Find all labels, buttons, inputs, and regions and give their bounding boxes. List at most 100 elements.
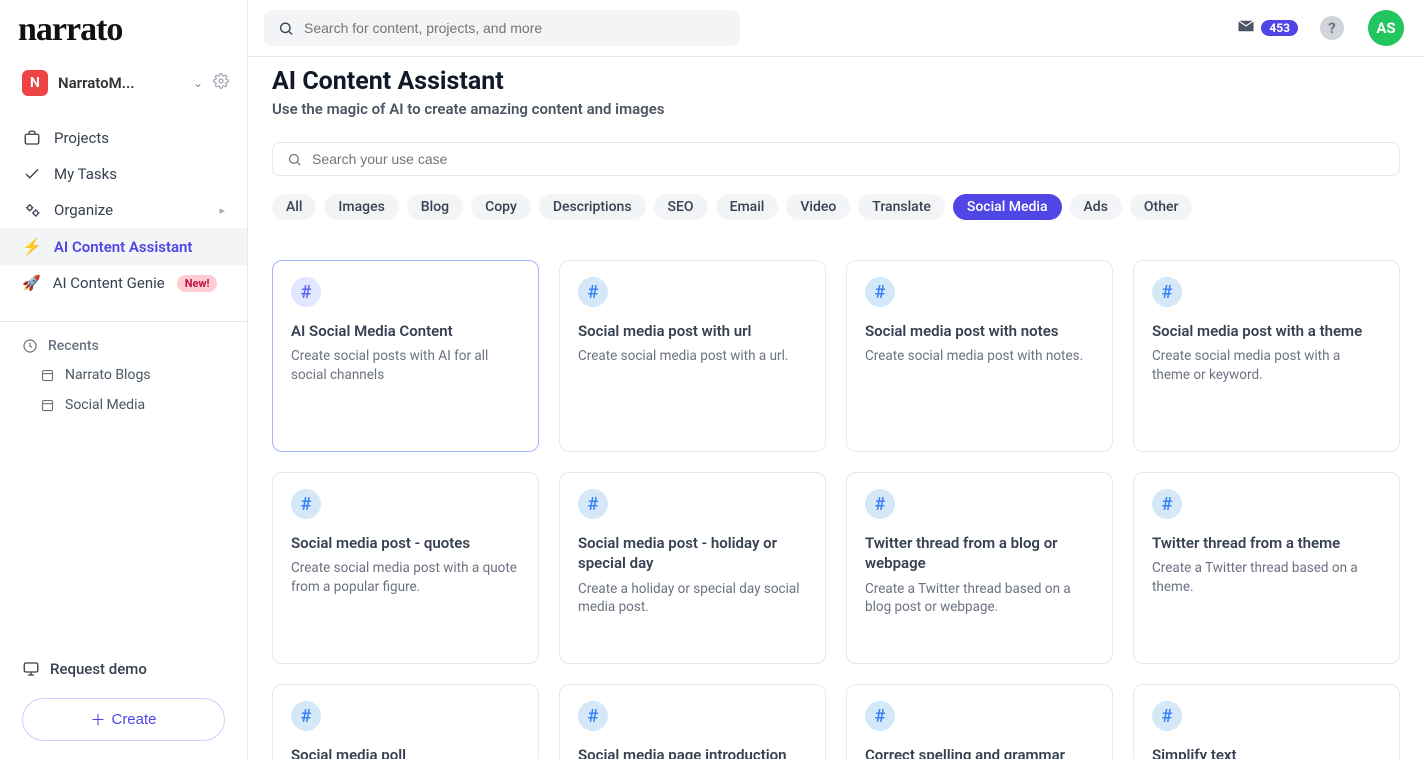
card[interactable]: # Social media poll [272, 684, 539, 759]
card-desc: Create a holiday or special day social m… [578, 580, 807, 616]
filter-copy[interactable]: Copy [471, 194, 531, 220]
card-title: Social media post - holiday or special d… [578, 533, 807, 574]
hash-icon: # [578, 277, 608, 307]
plus-icon: ＋ [90, 709, 105, 730]
filter-all[interactable]: All [272, 194, 316, 220]
card[interactable]: # Social media post with a theme Create so… [1133, 260, 1400, 452]
filter-seo[interactable]: SEO [654, 194, 708, 220]
filter-images[interactable]: Images [324, 194, 398, 220]
nav-item-projects[interactable]: Projects [0, 120, 247, 156]
card[interactable]: #Twitter thread from a themeCreate a Twi… [1133, 472, 1400, 664]
nav-item-organize[interactable]: Organize ▸ [0, 192, 247, 228]
card-desc: Create social media post with a quote fr… [291, 559, 520, 595]
card-title: Social media post with notes [865, 321, 1094, 341]
nav-label: AI Content Assistant [54, 238, 193, 256]
gears-icon [22, 201, 42, 219]
notification-count: 453 [1261, 20, 1298, 36]
hash-icon: # [578, 489, 608, 519]
page-title: AI Content Assistant [272, 67, 1400, 96]
hash-icon: # [865, 489, 895, 519]
gear-icon[interactable] [213, 73, 229, 93]
content-area: AI Content Assistant Use the magic of AI… [248, 57, 1424, 759]
usecase-search-input[interactable] [312, 151, 1385, 167]
filter-social-media[interactable]: Social Media [953, 194, 1062, 220]
bolt-icon: ⚡ [22, 237, 42, 256]
recents-list: Narrato Blogs Social Media [0, 360, 247, 420]
hash-icon: # [865, 277, 895, 307]
recents-header: Recents [0, 332, 247, 360]
global-search[interactable] [264, 10, 740, 46]
filter-row: All Images Blog Copy Descriptions SEO Email Vid… [272, 194, 1400, 220]
workspace-initial: N [22, 70, 48, 96]
nav-item-my-tasks[interactable]: My Tasks [0, 156, 247, 192]
create-label: Create [111, 711, 156, 728]
hash-icon: # [291, 701, 321, 731]
workspace-selector[interactable]: N NarratoM... ⌄ [0, 60, 247, 102]
card[interactable]: # Social media post - holiday or special … [559, 472, 826, 664]
nav-item-ai-content-assistant[interactable]: ⚡ AI Content Assistant [0, 228, 247, 265]
topbar: 453 ? AS [248, 0, 1424, 57]
nav-label: Projects [54, 129, 109, 147]
card-desc: Create a Twitter thread based on a blog … [865, 580, 1094, 616]
card-title: Social media post - quotes [291, 533, 520, 553]
card-desc: Create social media post with notes. [865, 347, 1094, 365]
card[interactable]: # Social media post with url Create social… [559, 260, 826, 452]
card[interactable]: # Correct spelling and grammar [846, 684, 1113, 759]
filter-descriptions[interactable]: Descriptions [539, 194, 646, 220]
hash-icon: # [1152, 701, 1182, 731]
filter-translate[interactable]: Translate [858, 194, 945, 220]
hash-icon: # [865, 701, 895, 731]
nav-list: Projects My Tasks Organize ▸ ⚡ AI Content Ass… [0, 120, 247, 301]
request-demo-link[interactable]: Request demo [22, 652, 225, 686]
card-title: Social media page introduction [578, 745, 807, 759]
recent-label: Narrato Blogs [65, 367, 151, 383]
sidebar: narrato N NarratoM... ⌄ Projects My Tasks… [0, 0, 248, 759]
avatar[interactable]: AS [1368, 10, 1404, 46]
card-desc: Create social media post with a url. [578, 347, 807, 365]
search-input[interactable] [304, 20, 726, 36]
card[interactable]: # Social media page introduction [559, 684, 826, 759]
filter-ads[interactable]: Ads [1070, 194, 1122, 220]
card-title: Social media post with a theme [1152, 321, 1381, 341]
usecase-search[interactable] [272, 142, 1400, 176]
request-demo-label: Request demo [50, 660, 147, 678]
card-grid: # AI Social Media Content Create social po… [272, 260, 1400, 759]
chevron-right-icon: ▸ [219, 204, 225, 217]
card[interactable]: # Simplify text [1133, 684, 1400, 759]
help-icon[interactable]: ? [1320, 16, 1344, 40]
hash-icon: # [578, 701, 608, 731]
card-title: Twitter thread from a blog or webpage [865, 533, 1094, 574]
notifications[interactable]: 453 [1235, 16, 1298, 41]
hash-icon: # [1152, 277, 1182, 307]
card-desc: Create social media post with a theme or… [1152, 347, 1381, 383]
create-button[interactable]: ＋ Create [22, 698, 225, 741]
nav-item-ai-content-genie[interactable]: 🚀AI Content GenieNew! [0, 265, 247, 301]
filter-blog[interactable]: Blog [407, 194, 463, 220]
card[interactable]: # Twitter thread from a blog or webpage Cr… [846, 472, 1113, 664]
card-title: Correct spelling and grammar [865, 745, 1094, 759]
filter-video[interactable]: Video [786, 194, 850, 220]
recent-item[interactable]: Narrato Blogs [0, 360, 247, 390]
card[interactable]: # AI Social Media Content Create social po… [272, 260, 539, 452]
card[interactable]: # Social media post with notes Create soci… [846, 260, 1113, 452]
recent-label: Social Media [65, 397, 145, 413]
card-title: Simplify text [1152, 745, 1381, 759]
page-subtitle: Use the magic of AI to create amazing co… [272, 100, 1400, 118]
card[interactable]: # Social media post - quotes Create social… [272, 472, 539, 664]
card-title: Social media poll [291, 745, 520, 759]
mail-icon [1235, 16, 1257, 41]
hash-icon: # [291, 489, 321, 519]
card-title: AI Social Media Content [291, 321, 520, 341]
filter-other[interactable]: Other [1130, 194, 1193, 220]
filter-email[interactable]: Email [716, 194, 779, 220]
recents-label: Recents [48, 338, 99, 354]
hash-icon: # [291, 277, 321, 307]
card-title: Twitter thread from a theme [1152, 533, 1381, 553]
nav-label: Organize [54, 201, 113, 219]
recent-item[interactable]: Social Media [0, 390, 247, 420]
logo: narrato [18, 11, 122, 49]
hash-icon: # [1152, 489, 1182, 519]
card-title: Social media post with url [578, 321, 807, 341]
card-desc: Create social posts with AI for all soci… [291, 347, 520, 383]
nav-label: My Tasks [54, 165, 117, 183]
